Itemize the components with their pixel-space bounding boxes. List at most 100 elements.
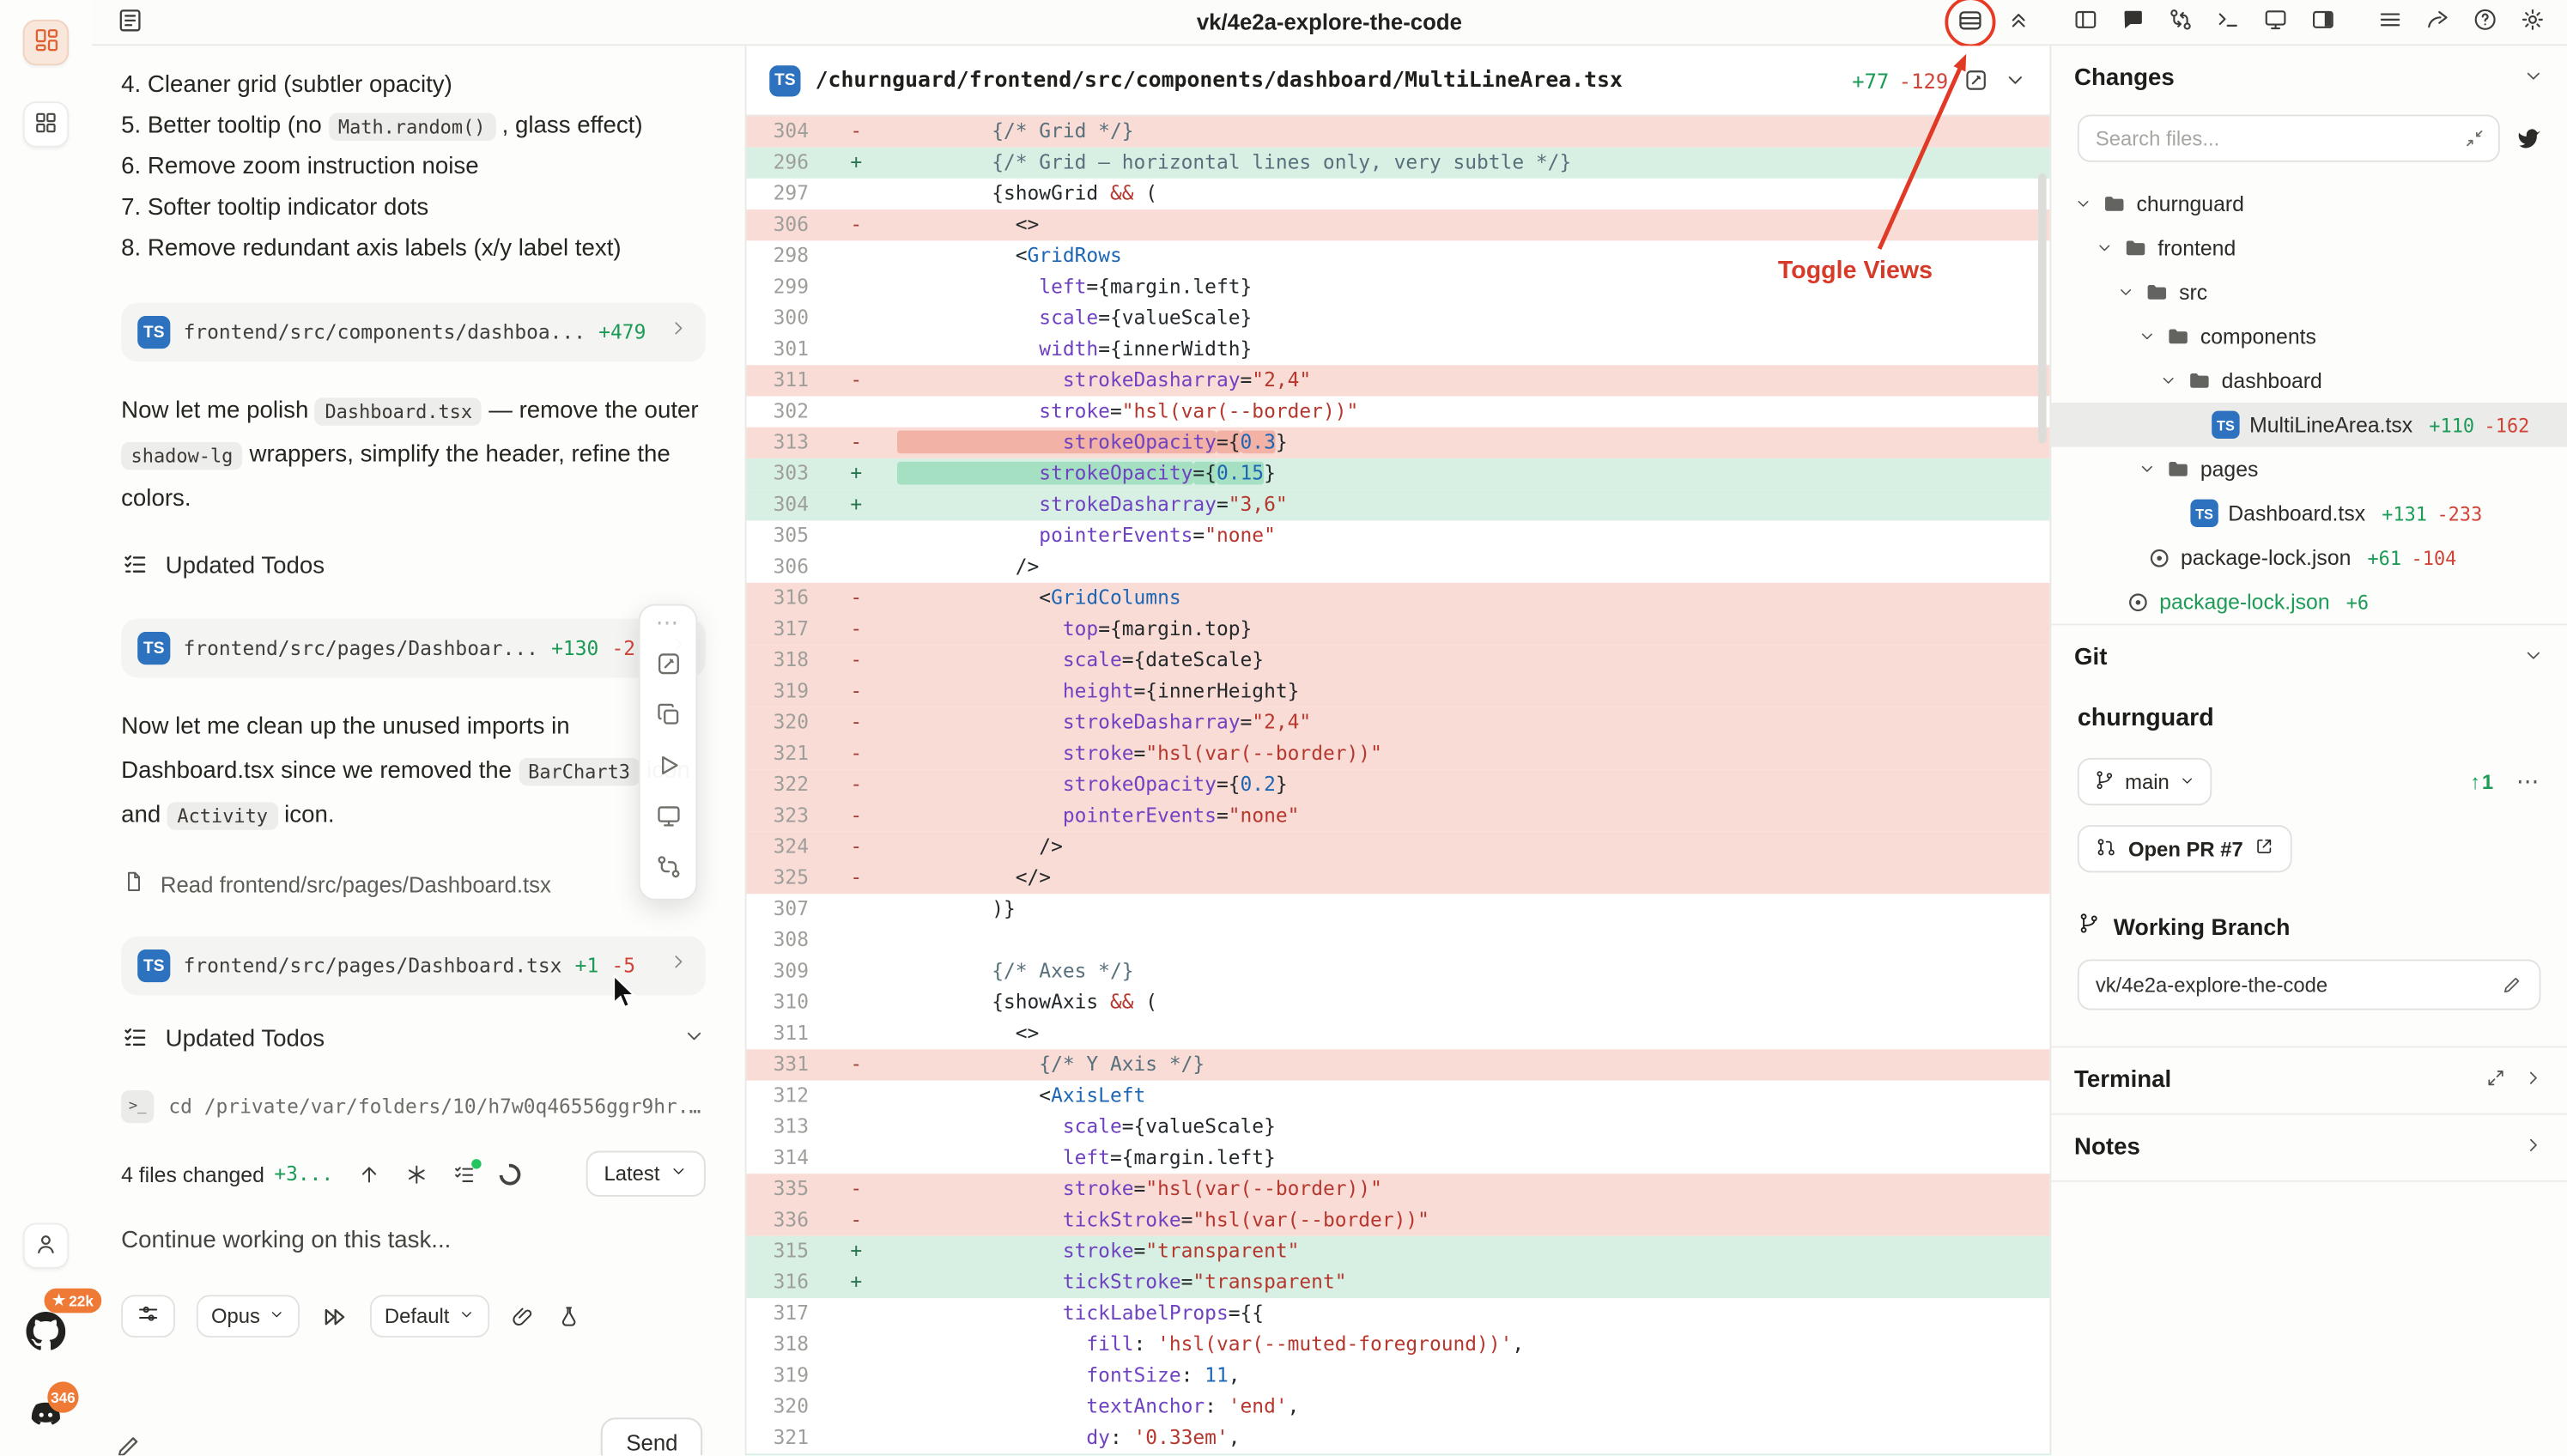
open-pr-button[interactable]: Open PR #7 xyxy=(2078,825,2292,872)
diff-line: 305 pointerEvents="none" xyxy=(747,520,2050,551)
tree-item-components[interactable]: components xyxy=(2051,314,2567,358)
settings-button[interactable] xyxy=(2513,3,2551,41)
preview-button[interactable] xyxy=(2256,3,2294,41)
topbar-actions xyxy=(1951,3,2551,41)
account-button[interactable] xyxy=(23,1222,69,1268)
send-button[interactable]: Send xyxy=(602,1417,702,1455)
github-button[interactable] xyxy=(25,1311,68,1354)
terminal-title: Terminal xyxy=(2074,1067,2171,1094)
read-file-row[interactable]: Read frontend/src/pages/Dashboard.tsx xyxy=(121,864,706,904)
notebook-button[interactable] xyxy=(112,3,149,41)
file-change-chip-2[interactable]: TS frontend/src/pages/Dashboar... +130 -… xyxy=(121,619,706,678)
file-change-chip-3[interactable]: TS frontend/src/pages/Dashboard.tsx +1 -… xyxy=(121,937,706,996)
tree-item-pages[interactable]: pages xyxy=(2051,447,2567,491)
diff-line: 298 <GridRows xyxy=(747,240,2050,271)
fast-forward-icon[interactable] xyxy=(321,1302,349,1330)
files-changed-label[interactable]: 4 files changed+3... xyxy=(121,1162,333,1186)
diff-header: TS /churnguard/frontend/src/components/d… xyxy=(747,46,2050,116)
diff-line: 323- pointerEvents="none" xyxy=(747,800,2050,831)
git-title: Git xyxy=(2074,645,2107,671)
git-compare-button[interactable] xyxy=(2161,3,2199,41)
copy-button[interactable] xyxy=(646,695,689,738)
diff-body: 304- {/* Grid */}296+ {/* Grid — horizon… xyxy=(747,116,2050,1455)
git-more-button[interactable]: ⋯ xyxy=(2516,767,2541,795)
git-compare-button[interactable] xyxy=(646,848,689,891)
diff-line: 297 {showGrid && ( xyxy=(747,179,2050,209)
diff-line: 335- stroke="hsl(var(--border))" xyxy=(747,1174,2050,1204)
diff-view-toggle[interactable] xyxy=(1963,67,1989,94)
attach-icon[interactable] xyxy=(510,1304,535,1329)
terminal-icon xyxy=(2214,7,2241,38)
sparkle-icon[interactable] xyxy=(404,1162,428,1186)
panel-right-button[interactable] xyxy=(2303,3,2341,41)
chat-panel-button[interactable] xyxy=(2114,3,2151,41)
tree-item-src[interactable]: src xyxy=(2051,270,2567,314)
pencil-icon[interactable] xyxy=(2502,974,2523,996)
branch-dropdown[interactable]: main xyxy=(2078,758,2212,805)
typescript-file-icon: TS xyxy=(137,316,170,349)
chat-bubble-icon xyxy=(2119,7,2145,38)
working-branch-header: Working Branch xyxy=(2078,912,2541,939)
workspace-button[interactable] xyxy=(23,20,69,65)
toggle-views-button[interactable] xyxy=(1951,3,1989,41)
changes-section-header[interactable]: Changes xyxy=(2051,46,2567,111)
diff-line: 304+ strokeDasharray="3,6" xyxy=(747,489,2050,520)
diff-line: 316- <GridColumns xyxy=(747,583,2050,614)
scrollbar-thumb[interactable] xyxy=(2038,173,2047,444)
expand-icon[interactable] xyxy=(2485,1066,2507,1094)
diff-panel: TS /churnguard/frontend/src/components/d… xyxy=(747,46,2050,1455)
assistant-list-item: 4. Cleaner grid (subtler opacity) xyxy=(121,65,706,106)
edit-file-button[interactable] xyxy=(646,645,689,688)
rows-icon xyxy=(1957,6,1984,39)
chevron-down-icon[interactable] xyxy=(2004,69,2027,92)
search-files-input[interactable]: Search files... xyxy=(2078,114,2500,161)
tree-item-dashboard[interactable]: dashboard xyxy=(2051,359,2567,403)
panel-left-button[interactable] xyxy=(2066,3,2103,41)
collapse-tree-icon[interactable] xyxy=(2464,128,2485,149)
tree-item-MultiLineArea.tsx[interactable]: TSMultiLineArea.tsx+110-162 xyxy=(2051,403,2567,446)
chat-input[interactable]: Continue working on this task... xyxy=(121,1228,706,1269)
bird-icon[interactable] xyxy=(2515,124,2544,153)
tree-item-churnguard[interactable]: churnguard xyxy=(2051,182,2567,226)
working-branch-input[interactable]: vk/4e2a-explore-the-code xyxy=(2078,959,2541,1010)
flask-icon[interactable] xyxy=(555,1304,580,1329)
file-search-row: Search files... xyxy=(2051,112,2567,162)
run-button[interactable] xyxy=(646,747,689,790)
help-button[interactable] xyxy=(2466,3,2503,41)
diff-line: 319 fontSize: 11, xyxy=(747,1361,2050,1392)
menu-button[interactable] xyxy=(2370,3,2408,41)
terminal-panel-button[interactable] xyxy=(2208,3,2246,41)
scroll-up-icon[interactable] xyxy=(356,1162,381,1186)
drag-handle-icon[interactable]: ⋯ xyxy=(656,614,681,637)
terminal-section-header[interactable]: Terminal xyxy=(2051,1047,2567,1113)
todo-status-icon[interactable] xyxy=(451,1162,476,1186)
loading-spinner xyxy=(495,1159,525,1189)
updated-todos-row-1[interactable]: Updated Todos xyxy=(121,547,706,586)
notes-section-header[interactable]: Notes xyxy=(2051,1115,2567,1180)
tree-item-frontend[interactable]: frontend xyxy=(2051,226,2567,270)
grid-view-button[interactable] xyxy=(23,101,69,147)
mode-dropdown[interactable]: Default xyxy=(370,1295,489,1338)
preview-app-button[interactable] xyxy=(646,798,689,840)
typescript-file-icon: TS xyxy=(2212,411,2239,439)
file-change-chip-1[interactable]: TS frontend/src/components/dashboa... +4… xyxy=(121,303,706,362)
updated-todos-row-2[interactable]: Updated Todos xyxy=(121,1020,706,1059)
title-bar: vk/4e2a-explore-the-code xyxy=(92,0,2567,46)
notebook-icon xyxy=(116,6,143,39)
pencil-icon[interactable] xyxy=(114,1433,142,1456)
collapse-up-button[interactable] xyxy=(1999,3,2036,41)
layout-dashboard-icon xyxy=(32,27,59,59)
composer-settings-button[interactable] xyxy=(121,1295,175,1338)
diff-line: 324- /> xyxy=(747,832,2050,863)
terminal-command-row[interactable]: >_ cd /private/var/folders/10/h7w0q46556… xyxy=(121,1087,706,1126)
chevron-down-icon[interactable] xyxy=(683,1025,706,1054)
forward-button[interactable] xyxy=(2418,3,2455,41)
tree-item-Dashboard.tsx[interactable]: TSDashboard.tsx+131-233 xyxy=(2051,491,2567,535)
diff-line: 308 xyxy=(747,925,2050,956)
tree-item-package-lock.json[interactable]: package-lock.json+6 xyxy=(2051,579,2567,623)
model-dropdown[interactable]: Opus xyxy=(197,1295,300,1338)
latest-dropdown[interactable]: Latest xyxy=(586,1151,706,1197)
tree-item-package-lock.json[interactable]: package-lock.json+61-104 xyxy=(2051,536,2567,579)
search-placeholder: Search files... xyxy=(2096,127,2464,150)
git-section-header[interactable]: Git xyxy=(2051,625,2567,690)
